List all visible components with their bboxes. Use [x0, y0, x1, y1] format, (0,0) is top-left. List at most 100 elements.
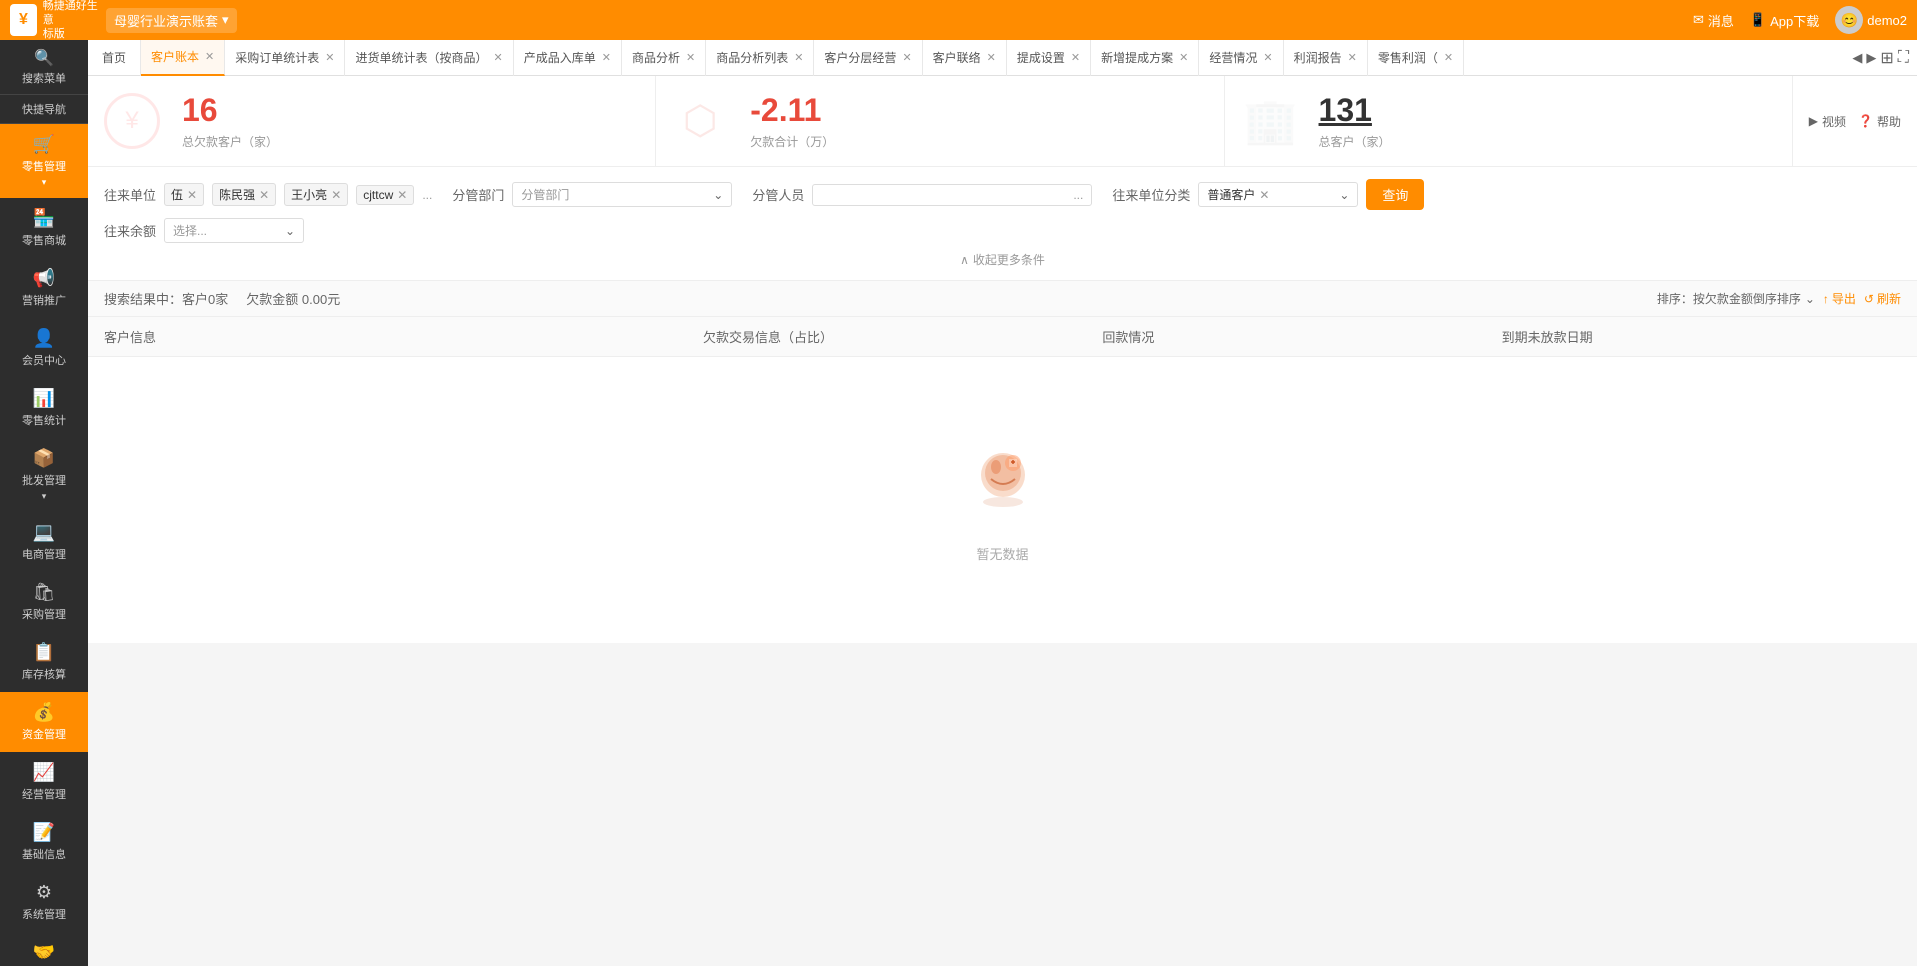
tab-close-3[interactable]: ✕ [602, 51, 611, 64]
sort-button[interactable]: 排序：按欠款金额倒序排序 ⌄ [1657, 290, 1815, 307]
tab-close-12[interactable]: ✕ [1444, 51, 1453, 64]
tab-prev-btn[interactable]: ◀ [1852, 50, 1862, 66]
stat-debt-customers-value: 16 [182, 92, 278, 129]
tab-commission-settings[interactable]: 提成设置 ✕ [1007, 40, 1091, 76]
tab-customer-contact[interactable]: 客户联络 ✕ [923, 40, 1007, 76]
account-selector[interactable]: 母婴行业演示账套 ▾ [106, 8, 237, 33]
col-debt-info: 欠款交易信息（占比） [703, 327, 1102, 346]
marketing-icon: 📢 [33, 268, 55, 289]
data-table: 客户信息 欠款交易信息（占比） 回款情况 到期未放款日期 [88, 317, 1917, 643]
stat-debt-customers: ¥ 16 总欠款客户（家） [88, 76, 656, 166]
tab-controls: ◀ ▶ ⊞ ⛶ [1844, 48, 1917, 68]
top-bar-right: ✉ 消息 📱 App下载 😊 demo2 [1693, 6, 1907, 34]
tab-add-commission[interactable]: 新增提成方案 ✕ [1091, 40, 1199, 76]
sidebar-item-retail-mgmt[interactable]: 🛒 零售管理 ▾ [0, 124, 88, 198]
tab-profit-report[interactable]: 利润报告 ✕ [1284, 40, 1368, 76]
filter-tag-chen[interactable]: 陈民强 ✕ [212, 183, 276, 206]
dept-filter-label: 分管部门 [452, 185, 504, 204]
avatar: 😊 [1835, 6, 1863, 34]
video-btn[interactable]: ▶ 视频 [1809, 113, 1846, 130]
empty-state: 暂无数据 [88, 357, 1917, 643]
filter-tag-wang[interactable]: 王小亮 ✕ [284, 183, 348, 206]
sidebar-item-operations[interactable]: 📈 经营管理 [0, 752, 88, 812]
tab-close-9[interactable]: ✕ [1179, 51, 1188, 64]
tab-close-2[interactable]: ✕ [494, 51, 503, 64]
enterprise-collab-icon: 🤝 [33, 942, 55, 963]
sidebar-item-basic-info[interactable]: 📝 基础信息 [0, 812, 88, 872]
refresh-button[interactable]: ↺ 刷新 [1864, 290, 1901, 307]
remove-tag-wang[interactable]: ✕ [331, 188, 341, 202]
unit-class-filter-select[interactable]: 普通客户 ✕ ⌄ [1198, 182, 1358, 207]
tab-close-11[interactable]: ✕ [1348, 51, 1357, 64]
tab-close-5[interactable]: ✕ [794, 51, 803, 64]
col-customer-info: 客户信息 [104, 327, 703, 346]
sidebar-item-marketing[interactable]: 📢 营销推广 [0, 258, 88, 318]
app-download-btn[interactable]: 📱 App下载 [1750, 11, 1819, 30]
sidebar-item-member[interactable]: 👤 会员中心 [0, 318, 88, 378]
tab-close-1[interactable]: ✕ [325, 51, 334, 64]
tab-expand-btn[interactable]: ⊞ [1880, 48, 1893, 68]
filter-row-1: 往来单位 伍 ✕ 陈民强 ✕ 王小亮 ✕ [104, 179, 1901, 210]
person-filter-input[interactable]: ... [812, 184, 1092, 206]
remove-tag-wu[interactable]: ✕ [187, 188, 197, 202]
sidebar-item-wholesale[interactable]: 📦 批发管理 ▾ [0, 438, 88, 512]
sidebar-item-system[interactable]: ⚙ 系统管理 [0, 872, 88, 932]
tab-goods-analysis[interactable]: 商品分析 ✕ [622, 40, 706, 76]
export-button[interactable]: ↑ 导出 [1823, 290, 1856, 307]
tab-production-inbound[interactable]: 产成品入库单 ✕ [514, 40, 622, 76]
sidebar-item-enterprise-collab[interactable]: 🤝 企业协同 [0, 932, 88, 966]
tab-close-6[interactable]: ✕ [902, 51, 911, 64]
user-avatar-btn[interactable]: 😊 demo2 [1835, 6, 1907, 34]
stat-actions: ▶ 视频 ❓ 帮助 [1793, 76, 1917, 166]
tab-home[interactable]: 首页 [88, 40, 141, 76]
tab-close-customer-account[interactable]: ✕ [205, 50, 214, 63]
message-btn[interactable]: ✉ 消息 [1693, 11, 1734, 30]
remove-unit-class[interactable]: ✕ [1259, 188, 1269, 202]
tab-business-status[interactable]: 经营情况 ✕ [1199, 40, 1283, 76]
unit-class-filter-label: 往来单位分类 [1112, 185, 1190, 204]
remove-tag-cjttcw[interactable]: ✕ [397, 188, 407, 202]
sidebar-item-retail-stats[interactable]: 📊 零售统计 [0, 378, 88, 438]
query-button[interactable]: 查询 [1366, 179, 1424, 210]
balance-filter-label: 往来余额 [104, 221, 156, 240]
sidebar-item-finance[interactable]: 💰 资金管理 [0, 692, 88, 752]
tab-customer-account[interactable]: 客户账本 ✕ [141, 40, 225, 76]
tab-purchase-order-stats[interactable]: 采购订单统计表 ✕ [225, 40, 345, 76]
balance-filter-select[interactable]: 选择... ⌄ [164, 218, 304, 243]
tab-close-10[interactable]: ✕ [1263, 51, 1272, 64]
filter-tag-cjttcw[interactable]: cjttcw ✕ [356, 185, 414, 205]
filter-tag-wu[interactable]: 伍 ✕ [164, 183, 204, 206]
sidebar-item-purchase[interactable]: 🛍 采购管理 [0, 572, 88, 632]
stat-debt-customers-label: 总欠款客户（家） [182, 133, 278, 150]
sidebar-quick-nav[interactable]: 快捷导航 [0, 95, 88, 124]
operations-icon: 📈 [33, 762, 55, 783]
tab-bar: 首页 客户账本 ✕ 采购订单统计表 ✕ 进货单统计表（按商品） ✕ 产成品入库单… [88, 40, 1917, 76]
help-btn[interactable]: ❓ 帮助 [1858, 113, 1901, 130]
filter-more-tags[interactable]: ... [422, 188, 432, 202]
retail-stats-icon: 📊 [33, 388, 55, 409]
tab-next-btn[interactable]: ▶ [1866, 50, 1876, 66]
person-filter-label: 分管人员 [752, 185, 804, 204]
sidebar-item-ecommerce[interactable]: 💻 电商管理 [0, 512, 88, 572]
tab-close-4[interactable]: ✕ [686, 51, 695, 64]
remove-tag-chen[interactable]: ✕ [259, 188, 269, 202]
dept-filter-select[interactable]: 分管部门 ⌄ [512, 182, 732, 207]
tab-inbound-stats[interactable]: 进货单统计表（按商品） ✕ [345, 40, 513, 76]
tab-goods-analysis-list[interactable]: 商品分析列表 ✕ [706, 40, 814, 76]
tab-retail-profit[interactable]: 零售利润（ ✕ [1368, 40, 1464, 76]
retail-mgmt-icon: 🛒 [33, 134, 55, 155]
inventory-icon: 📋 [33, 642, 55, 663]
sidebar-item-inventory[interactable]: 📋 库存核算 [0, 632, 88, 692]
sidebar-search[interactable]: 🔍 搜索菜单 [0, 40, 88, 95]
tab-fullscreen-btn[interactable]: ⛶ [1898, 49, 1909, 67]
system-icon: ⚙ [36, 882, 52, 903]
tab-close-7[interactable]: ✕ [987, 51, 996, 64]
stat-total-customers-value: 131 [1319, 92, 1391, 129]
collapse-btn[interactable]: ∧ 收起更多条件 [960, 251, 1045, 268]
sidebar-item-retail-mall[interactable]: 🏪 零售商城 [0, 198, 88, 258]
tab-customer-tier[interactable]: 客户分层经营 ✕ [814, 40, 922, 76]
member-icon: 👤 [33, 328, 55, 349]
stats-bar: ¥ 16 总欠款客户（家） ⬡ -2.11 欠款合计（万） [88, 76, 1917, 167]
stat-total-debt: ⬡ -2.11 欠款合计（万） [656, 76, 1224, 166]
tab-close-8[interactable]: ✕ [1071, 51, 1080, 64]
